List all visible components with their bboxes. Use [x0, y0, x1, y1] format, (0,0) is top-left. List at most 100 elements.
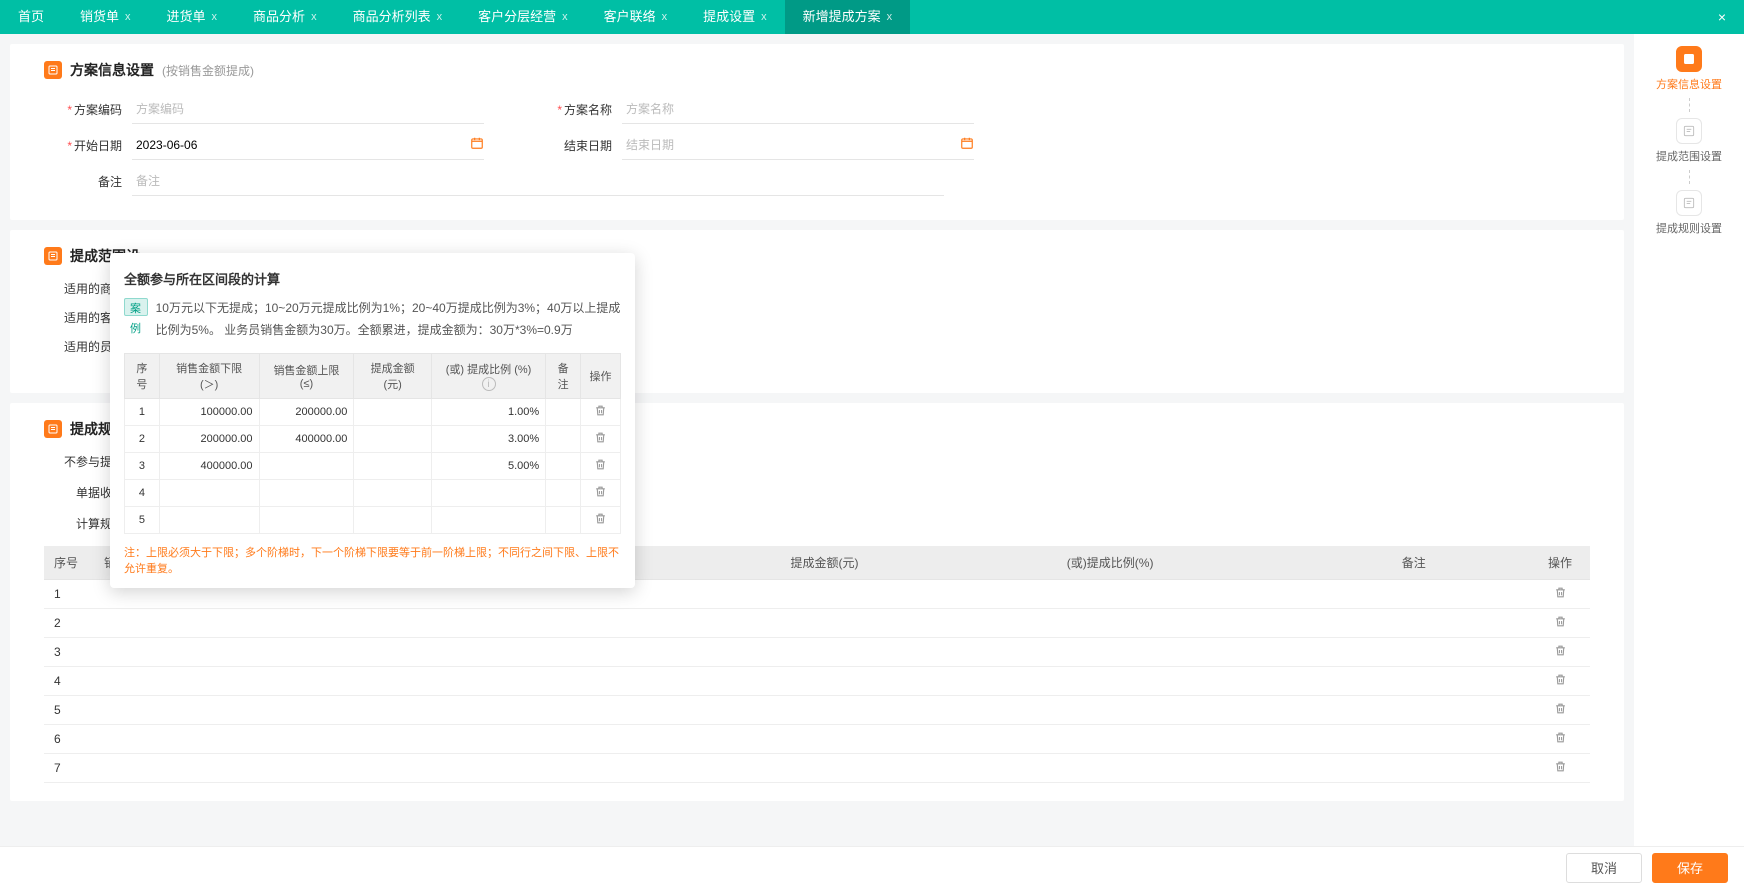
cell-upper[interactable] — [446, 696, 781, 725]
cell-lower[interactable] — [94, 638, 446, 667]
cell-amount[interactable] — [780, 580, 1056, 609]
start-date-input[interactable] — [132, 130, 484, 160]
delete-icon[interactable] — [594, 408, 607, 420]
cell-amount[interactable] — [780, 696, 1056, 725]
cell-lower[interactable] — [94, 609, 446, 638]
save-button[interactable]: 保存 — [1652, 853, 1728, 883]
delete-icon[interactable] — [1554, 617, 1567, 631]
close-icon[interactable]: x — [662, 0, 668, 34]
side-step-rules[interactable]: 提成规则设置 — [1656, 190, 1722, 236]
cell-idx: 4 — [125, 480, 160, 507]
cell-remark[interactable] — [1392, 725, 1530, 754]
table-row[interactable]: 5 — [44, 696, 1590, 725]
cell-ratio[interactable] — [1057, 754, 1392, 783]
delete-icon[interactable] — [1554, 646, 1567, 660]
table-row[interactable]: 4 — [44, 667, 1590, 696]
section-icon — [44, 247, 62, 265]
cell-ratio[interactable] — [1057, 667, 1392, 696]
tab-sales[interactable]: 销货单x — [62, 0, 149, 34]
tab-product-analysis-list[interactable]: 商品分析列表x — [335, 0, 461, 34]
plan-name-input[interactable] — [622, 94, 974, 124]
cell-amount[interactable] — [780, 725, 1056, 754]
cell-remark[interactable] — [1392, 580, 1530, 609]
delete-icon[interactable] — [594, 462, 607, 474]
tab-bar: 首页 销货单x 进货单x 商品分析x 商品分析列表x 客户分层经营x 客户联络x… — [0, 0, 1744, 34]
delete-icon[interactable] — [1554, 733, 1567, 747]
cell-remark[interactable] — [1392, 754, 1530, 783]
cell-remark[interactable] — [1392, 638, 1530, 667]
plan-code-input[interactable] — [132, 94, 484, 124]
col-idx: 序号 — [44, 546, 94, 580]
field-label: 方案名称 — [564, 103, 612, 117]
cell-upper — [259, 507, 354, 534]
cell-amount — [354, 480, 432, 507]
delete-icon[interactable] — [594, 489, 607, 501]
cell-remark[interactable] — [1392, 667, 1530, 696]
table-row: 4 — [125, 480, 621, 507]
info-icon[interactable]: i — [482, 377, 496, 391]
delete-icon[interactable] — [594, 516, 607, 528]
col-remark: 备注 — [1392, 546, 1530, 580]
remark-input[interactable] — [132, 166, 944, 196]
table-row[interactable]: 7 — [44, 754, 1590, 783]
close-icon[interactable]: x — [311, 0, 317, 34]
table-row: 5 — [125, 507, 621, 534]
calendar-icon[interactable] — [960, 136, 974, 153]
cell-upper[interactable] — [446, 638, 781, 667]
end-date-input[interactable] — [622, 130, 974, 160]
close-icon[interactable]: x — [212, 0, 218, 34]
field-label: 备注 — [98, 175, 122, 189]
table-row[interactable]: 3 — [44, 638, 1590, 667]
tab-commission-settings[interactable]: 提成设置x — [685, 0, 785, 34]
cell-upper[interactable] — [446, 725, 781, 754]
cell-idx: 1 — [125, 399, 160, 426]
tab-add-commission-plan[interactable]: 新增提成方案x — [785, 0, 911, 34]
delete-icon[interactable] — [594, 435, 607, 447]
close-icon[interactable]: x — [761, 0, 767, 34]
side-step-info[interactable]: 方案信息设置 — [1656, 46, 1722, 92]
cell-upper[interactable] — [446, 754, 781, 783]
cell-amount — [354, 426, 432, 453]
delete-icon[interactable] — [1554, 675, 1567, 689]
cell-amount[interactable] — [780, 609, 1056, 638]
col-amount: 提成金额(元) — [780, 546, 1056, 580]
cell-upper[interactable] — [446, 609, 781, 638]
cell-ratio[interactable] — [1057, 696, 1392, 725]
tab-customer-tier[interactable]: 客户分层经营x — [460, 0, 586, 34]
cell-amount[interactable] — [780, 754, 1056, 783]
delete-icon[interactable] — [1554, 704, 1567, 718]
cell-ratio[interactable] — [1057, 725, 1392, 754]
tab-customer-contact[interactable]: 客户联络x — [586, 0, 686, 34]
cell-upper[interactable] — [446, 667, 781, 696]
close-icon[interactable]: x — [125, 0, 131, 34]
close-icon[interactable]: x — [887, 0, 893, 34]
tab-product-analysis[interactable]: 商品分析x — [235, 0, 335, 34]
cell-lower[interactable] — [94, 696, 446, 725]
cell-ratio[interactable] — [1057, 580, 1392, 609]
tooltip-popover: 全额参与所在区间段的计算 案例 10万元以下无提成；10~20万元提成比例为1%… — [110, 253, 635, 588]
cell-remark[interactable] — [1392, 609, 1530, 638]
close-icon[interactable]: x — [437, 0, 443, 34]
section-plan-info: 方案信息设置 (按销售金额提成) *方案编码 *方案名称 *开始日期 — [10, 44, 1624, 220]
cell-ratio[interactable] — [1057, 609, 1392, 638]
delete-icon[interactable] — [1554, 762, 1567, 776]
tab-purchase[interactable]: 进货单x — [149, 0, 236, 34]
field-label: 方案编码 — [74, 103, 122, 117]
cell-lower[interactable] — [94, 725, 446, 754]
tab-home[interactable]: 首页 — [0, 0, 62, 34]
table-row[interactable]: 2 — [44, 609, 1590, 638]
side-step-scope[interactable]: 提成范围设置 — [1656, 118, 1722, 164]
section-subtitle: (按销售金额提成) — [162, 62, 254, 79]
close-all-tabs[interactable]: × — [1710, 0, 1734, 34]
cell-amount[interactable] — [780, 667, 1056, 696]
table-row[interactable]: 6 — [44, 725, 1590, 754]
cell-lower[interactable] — [94, 754, 446, 783]
cell-amount[interactable] — [780, 638, 1056, 667]
close-icon[interactable]: x — [562, 0, 568, 34]
cancel-button[interactable]: 取消 — [1566, 853, 1642, 883]
delete-icon[interactable] — [1554, 588, 1567, 602]
cell-lower[interactable] — [94, 667, 446, 696]
cell-ratio[interactable] — [1057, 638, 1392, 667]
calendar-icon[interactable] — [470, 136, 484, 153]
cell-remark[interactable] — [1392, 696, 1530, 725]
